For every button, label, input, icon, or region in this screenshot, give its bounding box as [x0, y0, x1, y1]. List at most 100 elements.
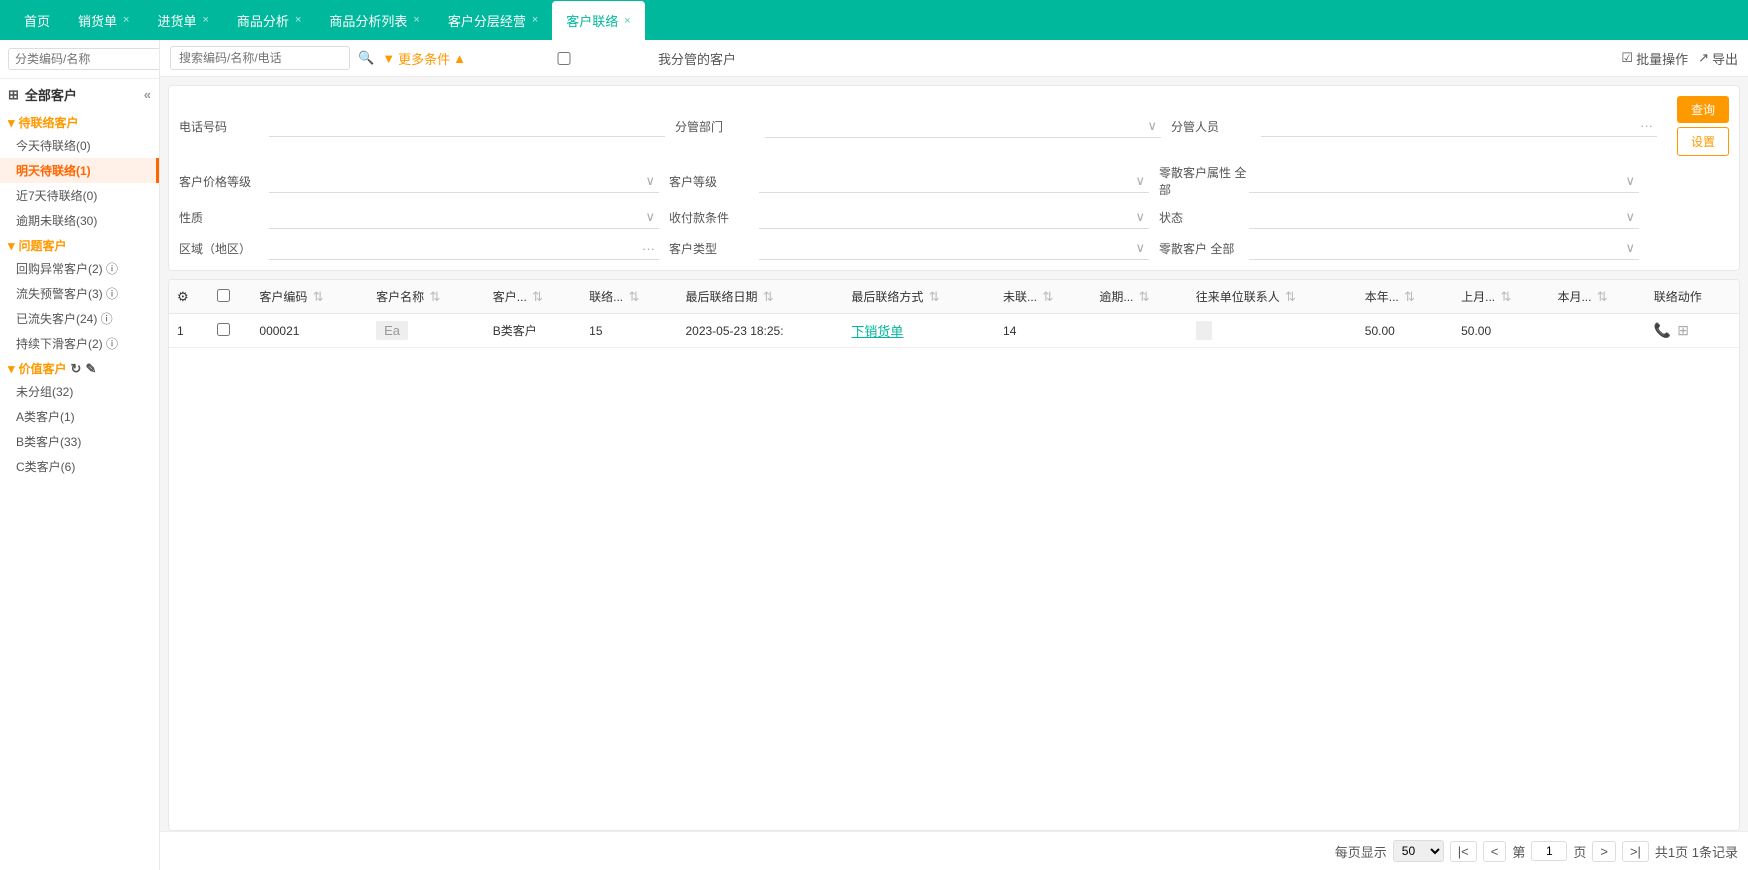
- grid-action-icon[interactable]: ⊞: [1677, 322, 1689, 339]
- nav-analysis-list[interactable]: 商品分析列表 ×: [315, 0, 433, 40]
- next-page-btn[interactable]: >: [1592, 841, 1616, 862]
- sidebar-item-tomorrow[interactable]: 明天待联络(1): [0, 158, 159, 183]
- filter-customer-level-label: 客户等级: [669, 173, 759, 190]
- row-checkbox[interactable]: [209, 314, 251, 348]
- nav-purchase[interactable]: 进货单 ×: [143, 0, 222, 40]
- sort-contact-icon: ⇅: [628, 289, 639, 304]
- nav-sales[interactable]: 销货单 ×: [64, 0, 143, 40]
- filter-dept-select[interactable]: ∨: [765, 115, 1161, 138]
- col-checkbox[interactable]: [209, 280, 251, 314]
- value-customers-edit-icon[interactable]: ✎: [85, 361, 96, 377]
- prev-page-btn[interactable]: <: [1483, 841, 1507, 862]
- search-input[interactable]: [170, 46, 350, 70]
- toolbar-search-icon[interactable]: 🔍: [358, 50, 374, 66]
- filter-area: 区域（地区） ···: [179, 238, 659, 260]
- nav-customer-contact[interactable]: 客户联络 ×: [552, 1, 644, 41]
- close-purchase-icon[interactable]: ×: [202, 14, 208, 26]
- row-name[interactable]: Ea: [368, 314, 485, 348]
- filter-status-select[interactable]: ∨: [1249, 206, 1639, 229]
- sidebar-item-overdue[interactable]: 逾期未联络(30): [0, 208, 159, 233]
- grid-icon: ⊞: [8, 87, 19, 103]
- sidebar-all-customers[interactable]: ⊞ 全部客户 «: [0, 79, 159, 110]
- more-filter-btn[interactable]: ▼ 更多条件 ▲: [382, 49, 466, 68]
- table-body: 1 000021 Ea B类客户 15 2023-05-23 18:25: 下销…: [169, 314, 1739, 348]
- col-uncontact[interactable]: 未联... ⇅: [995, 280, 1091, 314]
- chevron-down-price-icon: ∨: [645, 173, 655, 189]
- nav-customer-tier[interactable]: 客户分层经营 ×: [434, 0, 552, 40]
- sidebar-item-churned[interactable]: 已流失客户(24) ⓘ: [0, 306, 159, 331]
- page-size-select[interactable]: 10 20 50 100: [1393, 840, 1444, 862]
- close-analysis-icon[interactable]: ×: [295, 14, 301, 26]
- filter-customer-level-select[interactable]: ∨: [759, 170, 1149, 193]
- filter-dept-label: 分管部门: [675, 118, 765, 135]
- value-customers-refresh-icon[interactable]: ↻: [71, 361, 82, 377]
- gear-icon[interactable]: ⚙: [177, 289, 189, 304]
- col-type[interactable]: 客户... ⇅: [485, 280, 581, 314]
- filter-retail-customer: 零散客户 全部 ∨: [1159, 237, 1639, 260]
- close-customer-tier-icon[interactable]: ×: [532, 14, 538, 26]
- filter-person-select[interactable]: ···: [1261, 115, 1657, 137]
- setting-btn[interactable]: 设置: [1677, 127, 1729, 156]
- action-icons: 📞 ⊞: [1654, 322, 1731, 339]
- close-customer-contact-icon[interactable]: ×: [624, 15, 630, 27]
- filter-retail-customer-select[interactable]: ∨: [1249, 237, 1639, 260]
- filter-retail-attr-select[interactable]: ∨: [1249, 170, 1639, 193]
- col-contact-person[interactable]: 往来单位联系人 ⇅: [1188, 280, 1357, 314]
- page-input[interactable]: [1531, 841, 1567, 861]
- sidebar-item-declining[interactable]: 持续下滑客户(2) ⓘ: [0, 331, 159, 356]
- row-last-method[interactable]: 下销货单: [843, 314, 995, 348]
- filter-status-label: 状态: [1159, 209, 1249, 226]
- query-btn[interactable]: 查询: [1677, 96, 1729, 123]
- col-gear[interactable]: ⚙: [169, 280, 209, 314]
- filter-person-dots[interactable]: ···: [1640, 118, 1653, 133]
- col-name[interactable]: 客户名称 ⇅: [368, 280, 485, 314]
- filter-area-dots[interactable]: ···: [642, 241, 655, 256]
- row-select-checkbox[interactable]: [217, 323, 230, 336]
- first-page-btn[interactable]: |<: [1450, 841, 1477, 862]
- filter-area-select[interactable]: ···: [269, 238, 659, 260]
- sort-person-icon: ⇅: [1285, 289, 1296, 304]
- batch-op-btn[interactable]: ☑ 批量操作: [1621, 49, 1688, 68]
- select-all-checkbox[interactable]: [217, 289, 230, 302]
- col-contact-count[interactable]: 联络... ⇅: [581, 280, 677, 314]
- sidebar-search-input[interactable]: [8, 48, 160, 70]
- col-overdue[interactable]: 逾期... ⇅: [1091, 280, 1187, 314]
- sidebar-item-b-class[interactable]: B类客户(33): [0, 429, 159, 454]
- export-btn[interactable]: ↗ 导出: [1698, 49, 1738, 68]
- collapse-icon[interactable]: «: [144, 87, 151, 102]
- col-last-date[interactable]: 最后联络日期 ⇅: [677, 280, 843, 314]
- sidebar-item-ungrouped[interactable]: 未分组(32): [0, 379, 159, 404]
- my-customer-label: 我分管的客户: [658, 49, 736, 68]
- more-filter-label: 更多条件: [398, 49, 450, 68]
- col-this-year[interactable]: 本年... ⇅: [1357, 280, 1453, 314]
- filter-nature-select[interactable]: ∨: [269, 206, 659, 229]
- col-last-method[interactable]: 最后联络方式 ⇅: [843, 280, 995, 314]
- filter-status: 状态 ∨: [1159, 206, 1639, 229]
- col-last-month[interactable]: 上月... ⇅: [1453, 280, 1549, 314]
- sidebar-item-a-class[interactable]: A类客户(1): [0, 404, 159, 429]
- phone-action-icon[interactable]: 📞: [1654, 322, 1671, 339]
- my-customer-checkbox-label[interactable]: 我分管的客户: [474, 49, 736, 68]
- row-action: 📞 ⊞: [1646, 314, 1739, 348]
- sidebar-item-c-class[interactable]: C类客户(6): [0, 454, 159, 479]
- page-label: 第: [1512, 842, 1525, 861]
- filter-price-level-select[interactable]: ∨: [269, 170, 659, 193]
- col-code[interactable]: 客户编码 ⇅: [251, 280, 368, 314]
- close-sales-icon[interactable]: ×: [123, 14, 129, 26]
- sidebar-item-today[interactable]: 今天待联络(0): [0, 133, 159, 158]
- filter-phone-input[interactable]: [269, 116, 665, 137]
- sidebar-item-repurchase-anomaly[interactable]: 回购异常客户(2) ⓘ: [0, 256, 159, 281]
- filter-retail-customer-label: 零散客户 全部: [1159, 240, 1249, 257]
- filter-payment-select[interactable]: ∨: [759, 206, 1149, 229]
- sidebar-item-7days[interactable]: 近7天待联络(0): [0, 183, 159, 208]
- my-customer-checkbox[interactable]: [474, 52, 654, 65]
- col-this-month[interactable]: 本月... ⇅: [1549, 280, 1645, 314]
- filter-customer-type-select[interactable]: ∨: [759, 237, 1149, 260]
- nav-home[interactable]: 首页: [10, 0, 64, 40]
- last-method-link[interactable]: 下销货单: [851, 324, 903, 339]
- close-analysis-list-icon[interactable]: ×: [413, 14, 419, 26]
- filter-person-label: 分管人员: [1171, 118, 1261, 135]
- nav-analysis[interactable]: 商品分析 ×: [223, 0, 315, 40]
- sidebar-item-churn-warning[interactable]: 流失预警客户(3) ⓘ: [0, 281, 159, 306]
- last-page-btn[interactable]: >|: [1622, 841, 1649, 862]
